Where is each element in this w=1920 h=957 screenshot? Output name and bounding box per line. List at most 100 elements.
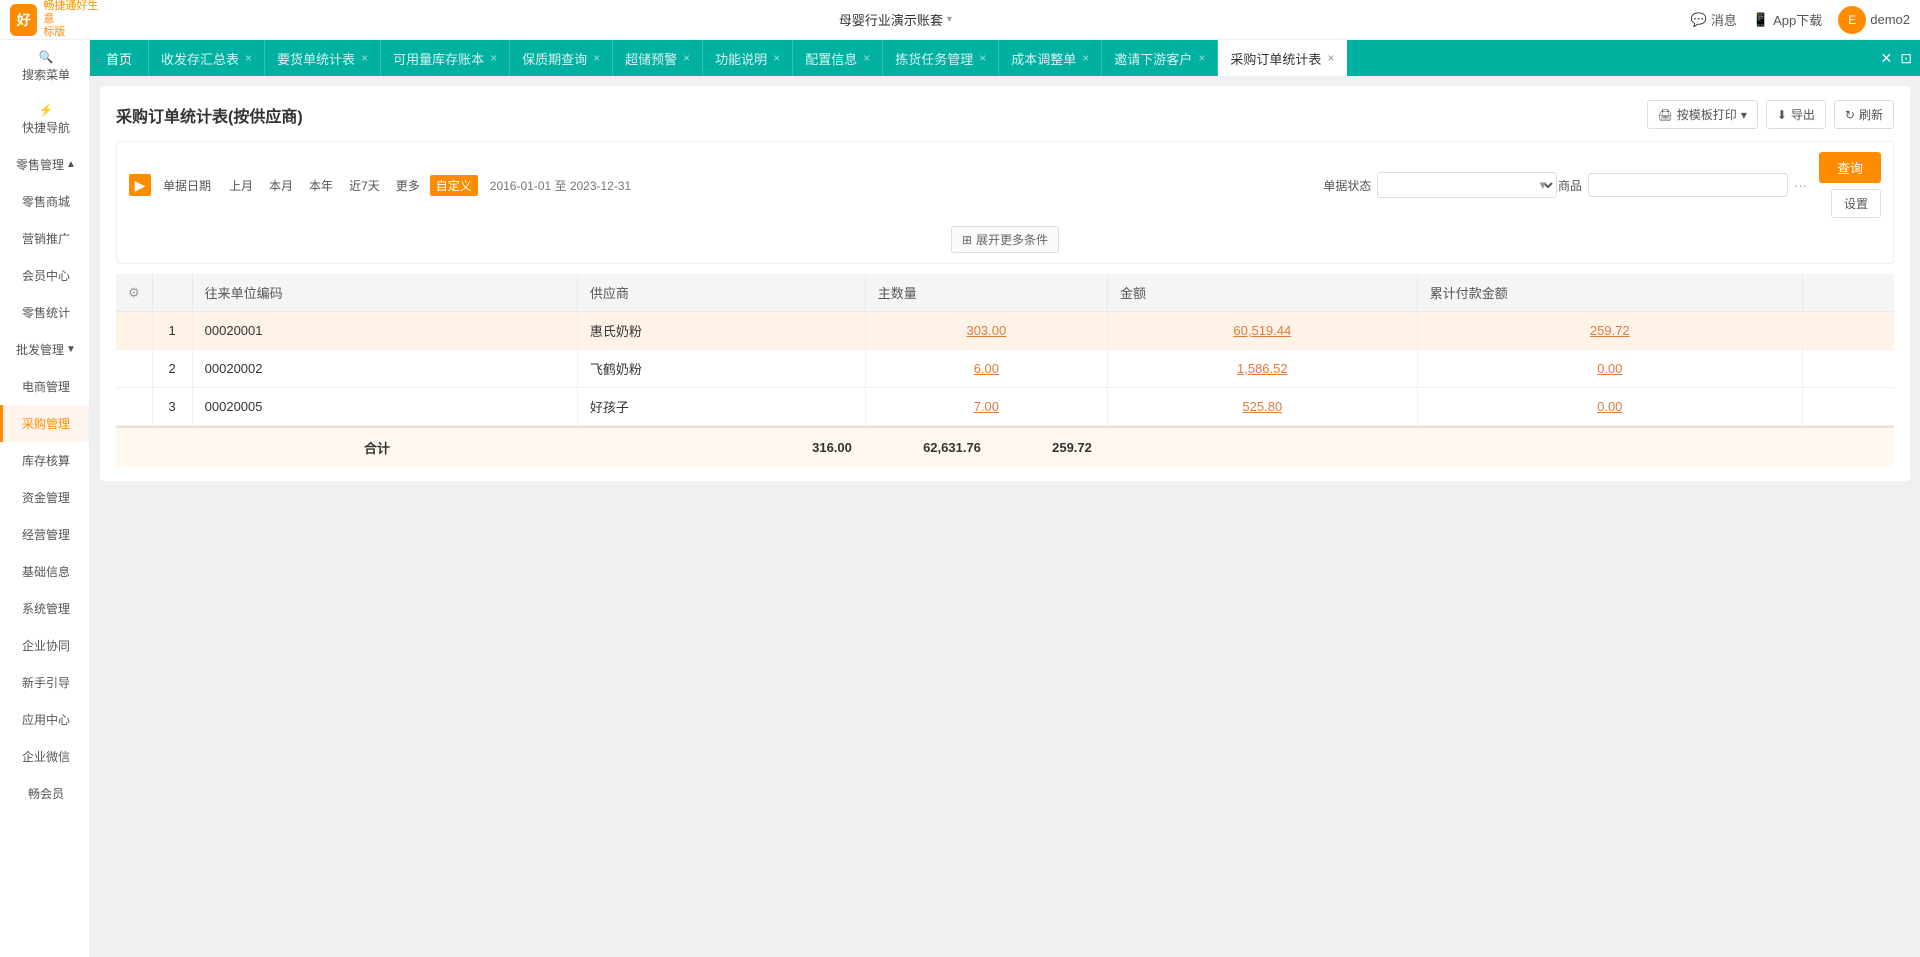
footer-paid: 259.72 [1012,430,1132,465]
row-extra [1802,312,1894,350]
shortcut-icon: ⚡ [39,103,54,117]
row-settings-cell [116,388,152,426]
sidebar-item-search[interactable]: 🔍 搜索菜单 [0,40,89,93]
sidebar-item-vip[interactable]: 畅会员 [0,775,89,812]
row-qty[interactable]: 6.00 [865,350,1107,388]
row-supplier: 飞鹤奶粉 [577,350,865,388]
sidebar-item-wechat[interactable]: 企业微信 [0,738,89,775]
sidebar-item-retail[interactable]: 零售管理 ▲ [0,146,89,183]
sidebar-item-ecommerce[interactable]: 电商管理 [0,368,89,405]
row-index: 1 [152,312,192,350]
expand-more-button[interactable]: ⊞ 展开更多条件 [951,226,1059,253]
tab-pick-task[interactable]: 拣货任务管理 × [883,40,999,76]
workspace-selector[interactable]: 母婴行业演示账套 ▾ [839,10,952,29]
th-index [152,274,192,312]
tab-cost-adjust[interactable]: 成本调整单 × [999,40,1102,76]
sidebar-item-purchase[interactable]: 采购管理 [0,405,89,442]
row-amount[interactable]: 60,519.44 [1107,312,1417,350]
sidebar-item-operations[interactable]: 经营管理 [0,516,89,553]
th-amount: 金额 [1107,274,1417,312]
row-qty[interactable]: 303.00 [865,312,1107,350]
row-qty[interactable]: 7.00 [865,388,1107,426]
sidebar-item-retail-shop[interactable]: 零售商城 [0,183,89,220]
table-row: 3 00020005 好孩子 7.00 525.80 0.00 [116,388,1894,426]
settings-button[interactable]: 设置 [1831,189,1881,218]
page-actions: 🖨 按模板打印 ▾ ⬇ 导出 ↻ 刷新 [1647,100,1894,129]
sidebar-item-appcenter[interactable]: 应用中心 [0,701,89,738]
row-amount[interactable]: 525.80 [1107,388,1417,426]
message-button[interactable]: 💬 消息 [1691,10,1737,29]
footer-qty: 316.00 [772,430,892,465]
filter-toggle-button[interactable]: ▶ [129,174,151,196]
goods-input-more-icon[interactable]: ··· [1794,178,1807,193]
goods-input[interactable] [1588,173,1788,197]
sidebar-item-basic[interactable]: 基础信息 [0,553,89,590]
user-area[interactable]: E demo2 [1838,6,1910,34]
page-content: 采购订单统计表(按供应商) 🖨 按模板打印 ▾ ⬇ 导出 ↻ [90,76,1920,957]
tab-close-icon[interactable]: × [1198,52,1205,64]
column-settings-icon[interactable]: ⚙ [128,285,140,300]
tab-close-icon[interactable]: × [773,52,780,64]
sidebar-item-finance[interactable]: 资金管理 [0,479,89,516]
tab-close-icon[interactable]: × [979,52,986,64]
date-shortcut-last-month[interactable]: 上月 [223,175,259,196]
tab-receive-summary[interactable]: 收发存汇总表 × [149,40,265,76]
tab-overstock-warning[interactable]: 超储预警 × [613,40,703,76]
template-print-button[interactable]: 🖨 按模板打印 ▾ [1647,100,1758,129]
download-icon: 📱 [1753,12,1769,28]
sidebar-item-shortcut[interactable]: ⚡ 快捷导航 [0,93,89,146]
row-code: 00020001 [192,312,577,350]
tab-expiry-query[interactable]: 保质期查询 × [510,40,613,76]
logo-icon: 好 [10,4,37,36]
row-amount[interactable]: 1,586.52 [1107,350,1417,388]
row-code: 00020002 [192,350,577,388]
tab-close-all-button[interactable]: ✕ [1881,50,1893,67]
sidebar-item-wholesale[interactable]: 批发管理 ▼ [0,331,89,368]
tab-available-stock[interactable]: 可用量库存账本 × [381,40,510,76]
export-button[interactable]: ⬇ 导出 [1766,100,1826,129]
date-shortcut-this-year[interactable]: 本年 [303,175,339,196]
top-bar: 好 畅捷通好生意 标版 母婴行业演示账套 ▾ 💬 消息 📱 App下载 E de… [0,0,1920,40]
row-supplier: 好孩子 [577,388,865,426]
row-paid[interactable]: 259.72 [1417,312,1802,350]
th-extra [1802,274,1894,312]
tab-close-icon[interactable]: × [1082,52,1089,64]
tab-close-icon[interactable]: × [593,52,600,64]
app-download-button[interactable]: 📱 App下载 [1753,10,1822,29]
page-title: 采购订单统计表(按供应商) [116,103,303,127]
sidebar-item-newguide[interactable]: 新手引导 [0,664,89,701]
tab-close-icon[interactable]: × [1327,52,1334,64]
tab-close-icon[interactable]: × [863,52,870,64]
table-row: 1 00020001 惠氏奶粉 303.00 60,519.44 259.72 [116,312,1894,350]
tab-close-icon[interactable]: × [683,52,690,64]
sidebar-item-enterprise[interactable]: 企业协同 [0,627,89,664]
expand-more-area: ⊞ 展开更多条件 [129,226,1881,253]
tab-home[interactable]: 首页 [90,40,149,76]
date-shortcut-more[interactable]: 更多 [390,175,426,196]
row-code: 00020005 [192,388,577,426]
tab-close-icon[interactable]: × [245,52,252,64]
row-paid[interactable]: 0.00 [1417,388,1802,426]
tab-maximize-button[interactable]: ⊡ [1900,50,1912,67]
refresh-button[interactable]: ↻ 刷新 [1834,100,1894,129]
date-custom-tag[interactable]: 自定义 [430,175,478,196]
search-button[interactable]: 查询 [1819,152,1881,183]
th-code: 往来单位编码 [192,274,577,312]
tab-function-desc[interactable]: 功能说明 × [703,40,793,76]
row-extra [1802,388,1894,426]
date-shortcut-this-month[interactable]: 本月 [263,175,299,196]
sidebar-item-member[interactable]: 会员中心 [0,257,89,294]
tab-close-icon[interactable]: × [361,52,368,64]
sidebar-item-inventory[interactable]: 库存核算 [0,442,89,479]
sidebar-item-system[interactable]: 系统管理 [0,590,89,627]
tab-close-icon[interactable]: × [490,52,497,64]
status-select[interactable] [1377,172,1557,198]
tab-demand-summary[interactable]: 要货单统计表 × [265,40,381,76]
tab-config-info[interactable]: 配置信息 × [793,40,883,76]
row-paid[interactable]: 0.00 [1417,350,1802,388]
tab-purchase-summary[interactable]: 采购订单统计表 × [1218,40,1347,76]
sidebar-item-retail-stat[interactable]: 零售统计 [0,294,89,331]
sidebar-item-marketing[interactable]: 营销推广 [0,220,89,257]
date-shortcut-7days[interactable]: 近7天 [343,175,386,196]
tab-invite-customer[interactable]: 邀请下游客户 × [1102,40,1218,76]
